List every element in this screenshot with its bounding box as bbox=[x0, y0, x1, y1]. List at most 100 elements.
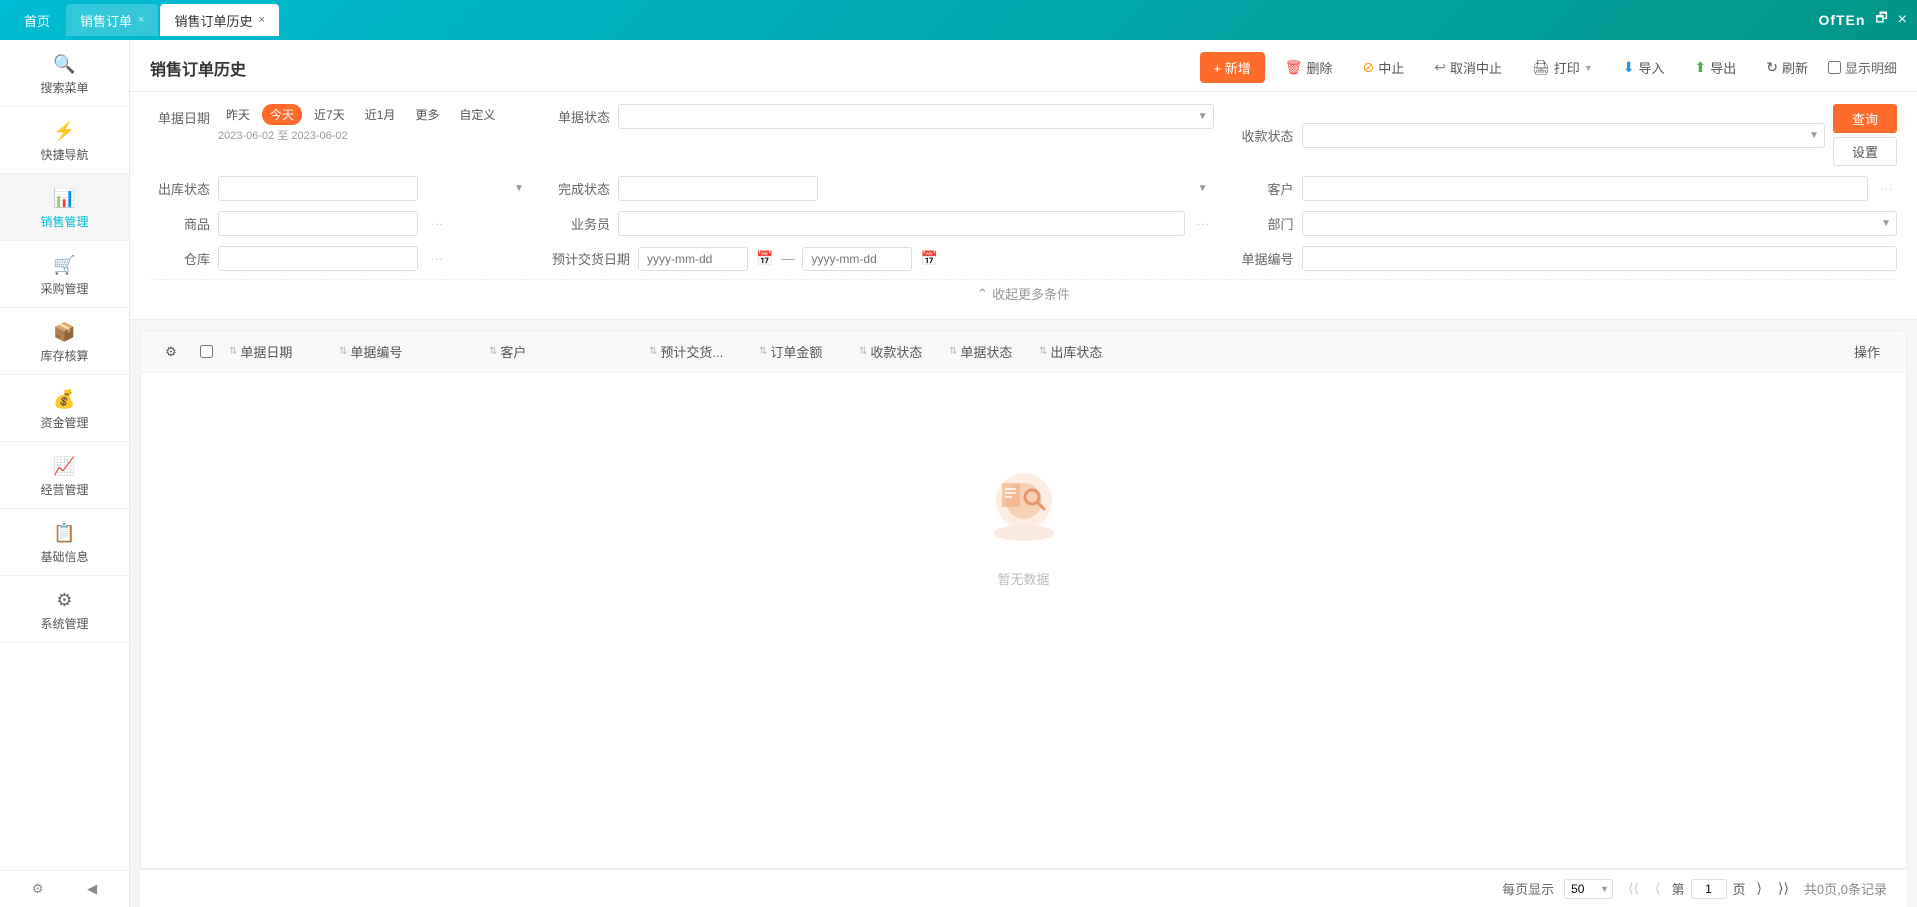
expected-date-label: 预计交货日期 bbox=[550, 249, 630, 268]
department-select[interactable] bbox=[1302, 211, 1898, 236]
refresh-button[interactable]: ↻ 刷新 bbox=[1756, 53, 1818, 82]
salesperson-label: 业务员 bbox=[550, 214, 610, 233]
order-no-input[interactable] bbox=[1302, 246, 1898, 271]
content-area: 销售订单历史 + 新增 🗑 删除 ⊘ 中止 ↩ 取消中止 🖨 打印 bbox=[130, 40, 1917, 907]
tab-sales-order-history[interactable]: 销售订单历史 × bbox=[160, 4, 278, 36]
search-menu-icon: 🔍 bbox=[53, 54, 75, 75]
export-button[interactable]: ⬆ 导出 bbox=[1684, 53, 1746, 82]
sidebar-item-basic-info[interactable]: 📋 基础信息 bbox=[0, 509, 129, 576]
import-icon: ⬇ bbox=[1623, 59, 1635, 76]
quick-nav-icon: ⚡ bbox=[53, 121, 75, 142]
order-status-select[interactable] bbox=[618, 104, 1214, 129]
sidebar: 🔍 搜索菜单 ⚡ 快捷导航 📊 销售管理 🛒 采购管理 📦 库存核算 💰 资金管… bbox=[0, 40, 130, 907]
sidebar-item-quick-nav[interactable]: ⚡ 快捷导航 bbox=[0, 107, 129, 174]
th-pay-status[interactable]: ⇅ 收款状态 bbox=[851, 342, 941, 361]
sort-out-status-icon: ⇅ bbox=[1039, 346, 1047, 357]
th-action: 操作 bbox=[1121, 342, 1896, 361]
shortcut-1month[interactable]: 近1月 bbox=[357, 104, 404, 125]
expected-date-start[interactable] bbox=[638, 247, 748, 271]
sidebar-item-sales-mgmt-label: 销售管理 bbox=[40, 213, 88, 230]
page-number-input[interactable] bbox=[1691, 879, 1727, 899]
settings-button[interactable]: 设置 bbox=[1833, 137, 1897, 166]
date-separator: — bbox=[781, 251, 794, 266]
settings-col-icon: ⚙ bbox=[165, 344, 177, 360]
product-input[interactable] bbox=[218, 211, 418, 236]
empty-state-illustration bbox=[974, 453, 1074, 553]
warehouse-dots-icon[interactable]: ··· bbox=[426, 249, 447, 268]
restore-btn[interactable]: 🗗 bbox=[1875, 9, 1887, 31]
cancel-stop-button[interactable]: ↩ 取消中止 bbox=[1424, 53, 1512, 82]
outbound-status-select[interactable] bbox=[218, 176, 418, 201]
prev-page-btn[interactable]: ⟨ bbox=[1650, 878, 1665, 899]
tab-sales-order[interactable]: 销售订单 × bbox=[66, 4, 158, 36]
sidebar-item-sales-mgmt[interactable]: 📊 销售管理 bbox=[0, 174, 129, 241]
customer-input[interactable] bbox=[1302, 176, 1869, 201]
sidebar-item-finance[interactable]: 💰 资金管理 bbox=[0, 375, 129, 442]
table-header: ⚙ ⇅ 单据日期 ⇅ 单据编号 ⇅ 客户 ⇅ bbox=[141, 331, 1906, 373]
shortcut-more[interactable]: 更多 bbox=[407, 104, 447, 125]
shortcut-today[interactable]: 今天 bbox=[262, 104, 302, 125]
last-page-btn[interactable]: ⟩⟩ bbox=[1773, 878, 1794, 899]
import-button[interactable]: ⬇ 导入 bbox=[1613, 53, 1675, 82]
query-button[interactable]: 查询 bbox=[1833, 104, 1897, 133]
print-button[interactable]: 🖨 打印 ▼ bbox=[1522, 53, 1603, 82]
sort-pay-status-icon: ⇅ bbox=[859, 346, 867, 357]
th-customer[interactable]: ⇅ 客户 bbox=[481, 342, 641, 361]
order-status-label: 单据状态 bbox=[550, 107, 610, 126]
display-detail-toggle[interactable]: 显示明细 bbox=[1828, 58, 1897, 77]
basic-info-icon: 📋 bbox=[53, 523, 75, 544]
th-out-status[interactable]: ⇅ 出库状态 bbox=[1031, 342, 1121, 361]
calendar-end-icon[interactable]: 📅 bbox=[920, 250, 937, 267]
th-action-label: 操作 bbox=[1854, 342, 1880, 361]
tab-sales-order-history-close[interactable]: × bbox=[258, 14, 264, 26]
th-amount[interactable]: ⇅ 订单金额 bbox=[751, 342, 851, 361]
select-all-checkbox[interactable] bbox=[200, 345, 213, 358]
expected-date-end[interactable] bbox=[802, 247, 912, 271]
per-page-select[interactable]: 10 20 50 100 bbox=[1564, 879, 1613, 899]
delete-button[interactable]: 🗑 删除 bbox=[1275, 53, 1343, 82]
next-page-btn[interactable]: ⟩ bbox=[1752, 878, 1767, 899]
shortcut-7days[interactable]: 近7天 bbox=[306, 104, 353, 125]
page-title: 销售订单历史 bbox=[150, 56, 246, 80]
calendar-start-icon[interactable]: 📅 bbox=[756, 250, 773, 267]
per-page-wrapper: 10 20 50 100 ▼ bbox=[1564, 879, 1613, 899]
sidebar-item-basic-info-label: 基础信息 bbox=[40, 548, 88, 565]
th-order-status[interactable]: ⇅ 单据状态 bbox=[941, 342, 1031, 361]
customer-dots-icon[interactable]: ··· bbox=[1876, 179, 1897, 198]
tab-sales-order-label: 销售订单 bbox=[80, 11, 132, 30]
th-settings[interactable]: ⚙ bbox=[151, 344, 191, 360]
th-date[interactable]: ⇅ 单据日期 bbox=[221, 342, 331, 361]
sidebar-item-inventory[interactable]: 📦 库存核算 bbox=[0, 308, 129, 375]
new-button[interactable]: + 新增 bbox=[1200, 52, 1265, 83]
complete-status-select[interactable] bbox=[618, 176, 818, 201]
sidebar-bottom: ⚙ ◀ bbox=[0, 870, 129, 907]
close-window-btn[interactable]: × bbox=[1898, 11, 1907, 29]
sidebar-item-sys-mgmt-label: 系统管理 bbox=[40, 615, 88, 632]
salesperson-dots-icon[interactable]: ··· bbox=[1193, 214, 1214, 233]
sidebar-settings-icon[interactable]: ⚙ bbox=[32, 881, 44, 897]
sidebar-item-operations[interactable]: 📈 经营管理 bbox=[0, 442, 129, 509]
shortcut-custom[interactable]: 自定义 bbox=[451, 104, 503, 125]
sidebar-item-sys-mgmt[interactable]: ⚙ 系统管理 bbox=[0, 576, 129, 643]
display-detail-checkbox[interactable] bbox=[1828, 61, 1841, 74]
stop-button[interactable]: ⊘ 中止 bbox=[1353, 53, 1415, 82]
tab-home[interactable]: 首页 bbox=[10, 4, 64, 36]
cancel-stop-icon: ↩ bbox=[1434, 59, 1446, 76]
collapse-link[interactable]: ⌃ 收起更多条件 bbox=[150, 279, 1897, 307]
first-page-btn[interactable]: ⟨⟨ bbox=[1623, 878, 1644, 899]
shortcut-yesterday[interactable]: 昨天 bbox=[218, 104, 258, 125]
sidebar-collapse-icon[interactable]: ◀ bbox=[87, 881, 97, 897]
th-date-label: 单据日期 bbox=[240, 342, 292, 361]
payment-status-select[interactable] bbox=[1302, 123, 1825, 148]
sidebar-item-search-menu[interactable]: 🔍 搜索菜单 bbox=[0, 40, 129, 107]
salesperson-input[interactable] bbox=[618, 211, 1185, 236]
warehouse-input[interactable] bbox=[218, 246, 418, 271]
th-check[interactable] bbox=[191, 345, 221, 358]
footer: 每页显示 10 20 50 100 ▼ ⟨⟨ ⟨ 第 页 ⟩ ⟩⟩ 共0页,0条… bbox=[140, 869, 1907, 907]
sidebar-item-purchase-mgmt[interactable]: 🛒 采购管理 bbox=[0, 241, 129, 308]
finance-icon: 💰 bbox=[53, 389, 75, 410]
product-dots-icon[interactable]: ··· bbox=[426, 214, 447, 233]
tab-sales-order-close[interactable]: × bbox=[138, 14, 144, 26]
th-orderno[interactable]: ⇅ 单据编号 bbox=[331, 342, 481, 361]
th-delivery[interactable]: ⇅ 预计交货... bbox=[641, 342, 751, 361]
